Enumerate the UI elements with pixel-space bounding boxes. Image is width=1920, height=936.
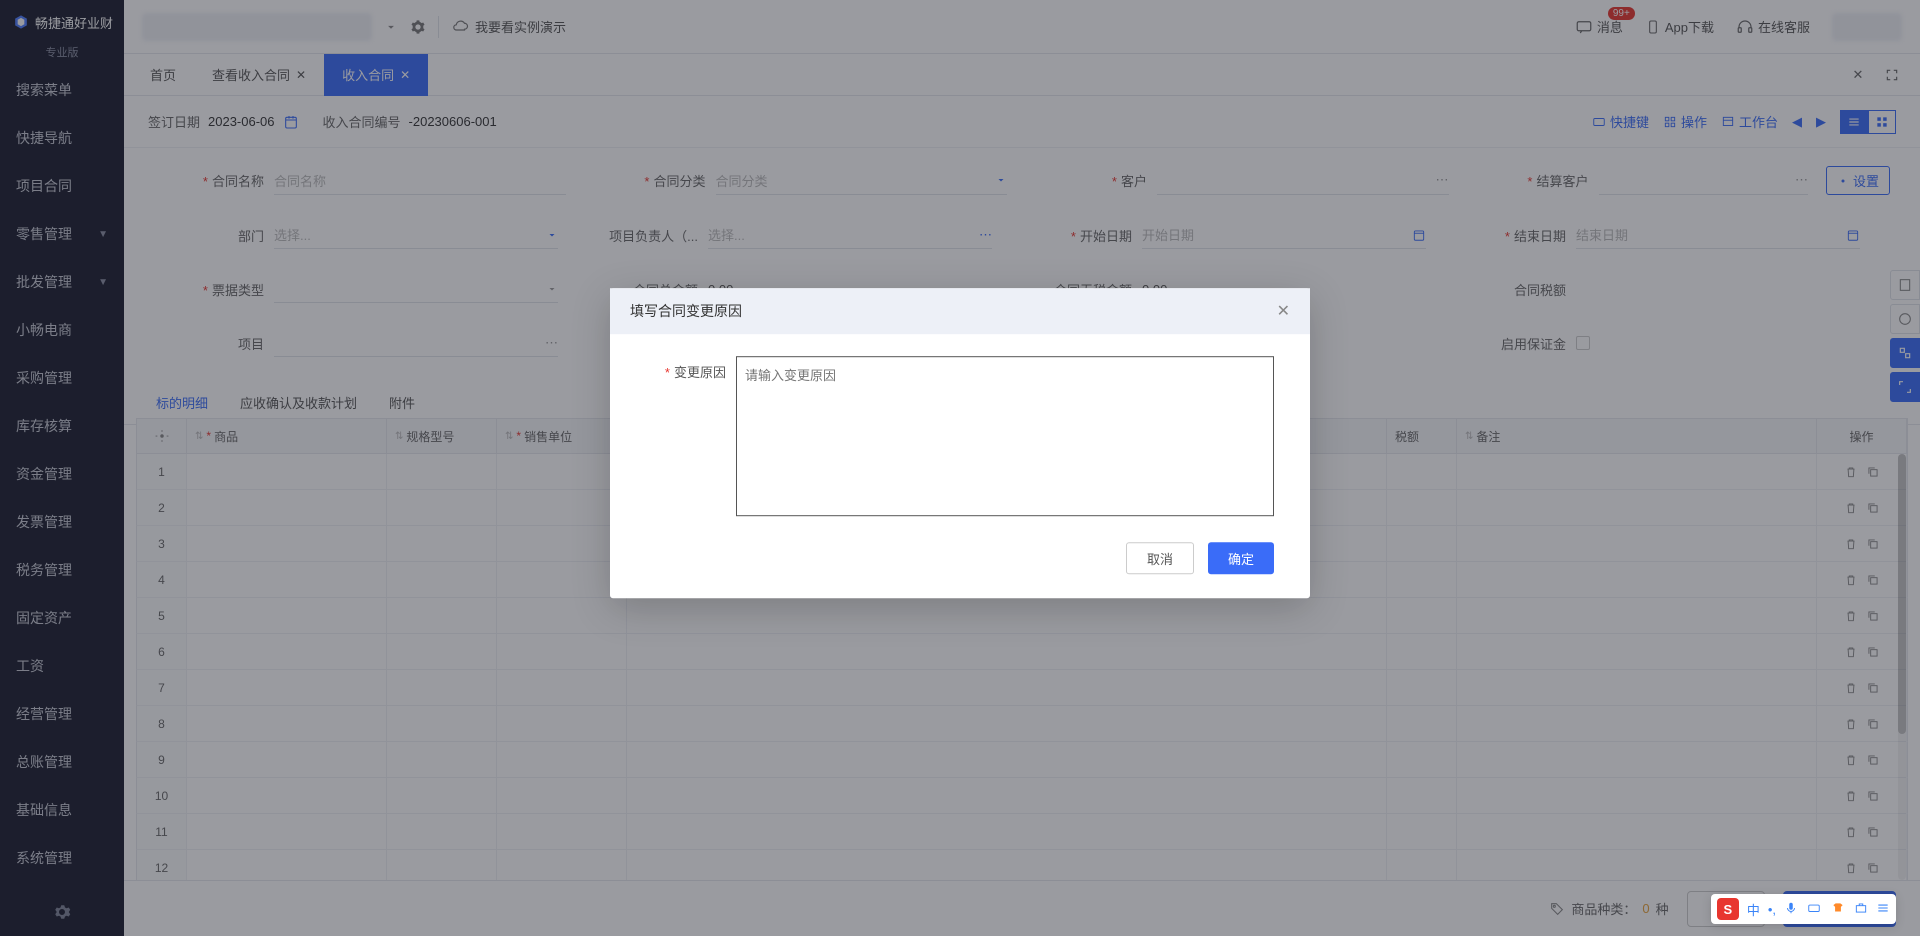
ime-lang-icon[interactable]: 中 [1747,900,1760,919]
reason-textarea[interactable] [736,356,1274,516]
reason-label: 变更原因 [646,356,726,516]
ime-logo-icon: S [1717,898,1739,920]
modal-close-icon[interactable]: ✕ [1277,301,1290,321]
ime-menu-icon[interactable] [1876,901,1890,918]
modal-title: 填写合同变更原因 [630,301,742,321]
ime-keyboard-icon[interactable] [1806,901,1822,918]
ime-mic-icon[interactable] [1784,901,1798,918]
modal-ok-button[interactable]: 确定 [1208,542,1274,574]
ime-toolbar[interactable]: S 中 •, [1711,894,1896,924]
ime-toolbox-icon[interactable] [1854,901,1868,918]
change-reason-modal: 填写合同变更原因 ✕ 变更原因 取消 确定 [610,288,1310,598]
ime-dot-icon[interactable]: •, [1768,902,1776,917]
ime-skin-icon[interactable] [1830,901,1846,918]
modal-cancel-button[interactable]: 取消 [1126,542,1194,574]
